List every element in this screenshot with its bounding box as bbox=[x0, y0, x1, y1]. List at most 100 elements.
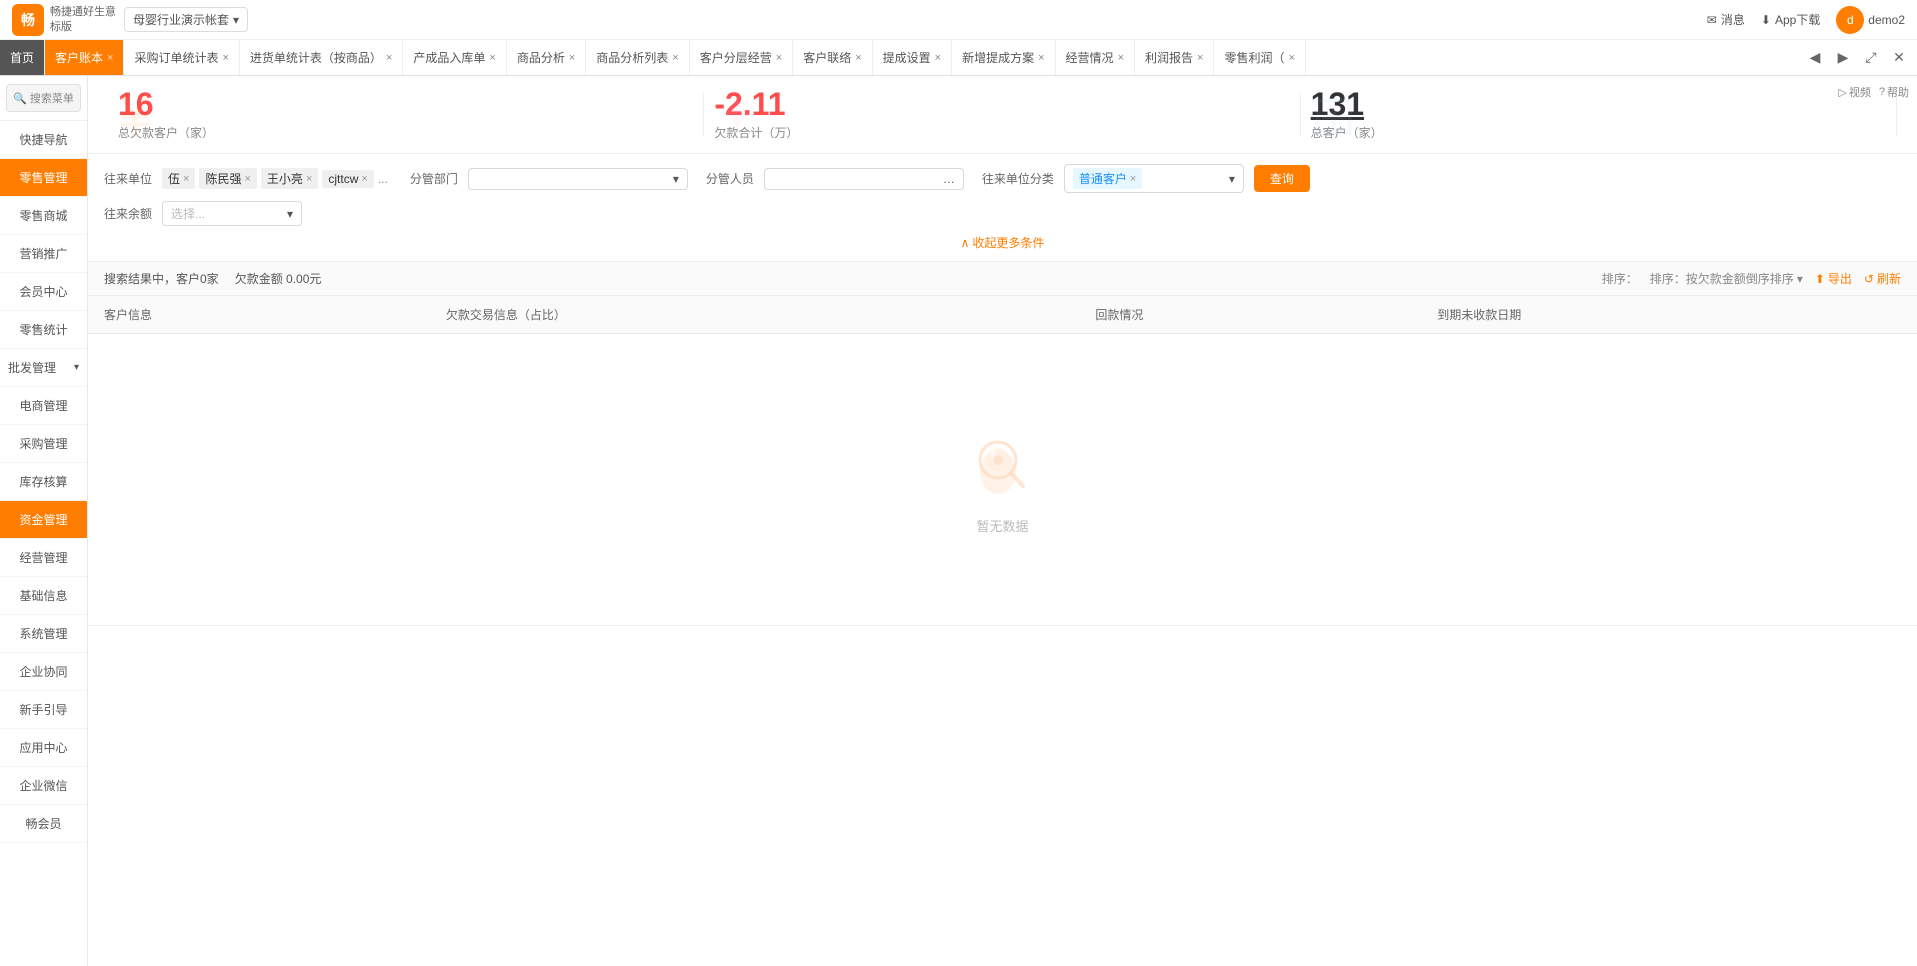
tab-contact[interactable]: 客户联络 × bbox=[793, 40, 872, 76]
table-container: 客户信息 欠款交易信息（占比） 回款情况 到期未收款日期 bbox=[88, 296, 1917, 966]
unit-tag-wu: 伍 × bbox=[162, 168, 195, 189]
stat-bg-icon-2: ✦ bbox=[714, 83, 760, 147]
person-input[interactable]: … bbox=[764, 168, 964, 190]
unit-more-button[interactable]: ... bbox=[378, 172, 388, 186]
video-help-button[interactable]: ▷ 视频 bbox=[1838, 84, 1870, 100]
tab-profit[interactable]: 利润报告 × bbox=[1135, 40, 1214, 76]
col-overdue-info: 欠款交易信息（占比） bbox=[430, 296, 1080, 334]
message-icon: ✉ bbox=[1707, 13, 1717, 27]
sidebar-item-retail-stats[interactable]: 零售统计 bbox=[0, 311, 87, 349]
results-bar: 搜索结果中，客户0家 欠款金额 0.00元 排序： 排序：按欠款金额倒序排序 ▾… bbox=[88, 262, 1917, 296]
remove-tag-wang[interactable]: × bbox=[306, 173, 312, 185]
col-repayment: 回款情况 bbox=[1079, 296, 1421, 334]
sidebar-item-wholesale[interactable]: 批发管理 ▾ bbox=[0, 349, 87, 387]
sidebar-item-app-center[interactable]: 应用中心 bbox=[0, 729, 87, 767]
category-filter-label: 往来单位分类 bbox=[982, 170, 1054, 187]
filter-row-2: 往来余额 选择... ▾ bbox=[104, 201, 1901, 226]
sidebar-item-inventory[interactable]: 库存核算 bbox=[0, 463, 87, 501]
message-button[interactable]: ✉ 消息 bbox=[1707, 11, 1745, 28]
query-button[interactable]: 查询 bbox=[1254, 165, 1310, 192]
tab-home[interactable]: 首页 bbox=[0, 40, 45, 76]
results-info: 搜索结果中，客户0家 欠款金额 0.00元 bbox=[104, 270, 321, 287]
export-button[interactable]: ⬆ 导出 bbox=[1815, 270, 1852, 287]
sidebar-item-enterprise[interactable]: 企业协同 bbox=[0, 653, 87, 691]
remainder-select[interactable]: 选择... ▾ bbox=[162, 201, 302, 226]
sidebar-item-operations-mgmt[interactable]: 经营管理 bbox=[0, 539, 87, 577]
tab-maximize[interactable]: ⤢ bbox=[1859, 46, 1883, 70]
tab-scroll-left[interactable]: ◀ bbox=[1803, 46, 1827, 70]
dept-select[interactable]: ▾ bbox=[468, 168, 688, 190]
tab-close-all[interactable]: ✕ bbox=[1887, 46, 1911, 70]
video-icon: ▷ bbox=[1838, 86, 1846, 99]
stat-bg-icon-1: ¥ bbox=[118, 80, 151, 149]
org-selector[interactable]: 母婴行业演示帐套 ▾ bbox=[124, 7, 248, 32]
chevron-down-icon: ▾ bbox=[74, 362, 79, 373]
sidebar-item-guide[interactable]: 新手引导 bbox=[0, 691, 87, 729]
sidebar: 🔍 搜索菜单 快捷导航 零售管理 零售商城 营销推广 会员中心 零售统计 批发管… bbox=[0, 76, 88, 966]
tab-close-retail-profit[interactable]: × bbox=[1288, 52, 1294, 64]
logo-icon: 畅 bbox=[12, 4, 44, 36]
tab-close-commission[interactable]: × bbox=[935, 52, 941, 64]
collapse-button[interactable]: ∧ 收起更多条件 bbox=[104, 234, 1901, 251]
empty-text: 暂无数据 bbox=[976, 516, 1028, 535]
sidebar-item-ecommerce[interactable]: 电商管理 bbox=[0, 387, 87, 425]
main-table: 客户信息 欠款交易信息（占比） 回款情况 到期未收款日期 bbox=[88, 296, 1917, 626]
sidebar-search-button[interactable]: 🔍 搜索菜单 bbox=[6, 84, 81, 112]
refresh-button[interactable]: ↺ 刷新 bbox=[1864, 270, 1901, 287]
help-button[interactable]: ? 帮助 bbox=[1879, 84, 1909, 100]
sidebar-item-retail[interactable]: 零售管理 bbox=[0, 159, 87, 197]
remove-tag-normal[interactable]: × bbox=[1130, 173, 1136, 185]
topbar: 畅 畅捷通好生意 标版 母婴行业演示帐套 ▾ ✉ 消息 ⬇ App下载 d de… bbox=[0, 0, 1917, 40]
content-area: ¥ 16 总欠款客户（家） ✦ -2.11 欠款合计（万） ⊞ 131 总客户（… bbox=[88, 76, 1917, 966]
tab-products[interactable]: 产成品入库单 × bbox=[403, 40, 506, 76]
sidebar-item-basic-info[interactable]: 基础信息 bbox=[0, 577, 87, 615]
stat-overdue-customers: ¥ 16 总欠款客户（家） bbox=[108, 88, 704, 141]
filter-row-1: 往来单位 伍 × 陈民强 × 王小亮 × cjttcw bbox=[104, 164, 1901, 193]
tab-close-accounts[interactable]: × bbox=[107, 52, 113, 64]
sidebar-item-quick-nav[interactable]: 快捷导航 bbox=[0, 121, 87, 159]
sidebar-item-finance[interactable]: 资金管理 bbox=[0, 501, 87, 539]
tab-close-new-commission[interactable]: × bbox=[1038, 52, 1044, 64]
topbar-left: 畅 畅捷通好生意 标版 母婴行业演示帐套 ▾ bbox=[12, 4, 248, 36]
app-download-button[interactable]: ⬇ App下载 bbox=[1761, 11, 1820, 28]
sidebar-item-wechat[interactable]: 企业微信 bbox=[0, 767, 87, 805]
tab-customer-tier[interactable]: 客户分层经营 × bbox=[690, 40, 793, 76]
remove-tag-chen[interactable]: × bbox=[244, 173, 250, 185]
tab-operations[interactable]: 经营情况 × bbox=[1056, 40, 1135, 76]
tab-close-contact[interactable]: × bbox=[855, 52, 861, 64]
category-select[interactable]: 普通客户 × ▾ bbox=[1064, 164, 1244, 193]
remove-tag-cjttcw[interactable]: × bbox=[361, 173, 367, 185]
tab-goods-list[interactable]: 商品分析列表 × bbox=[586, 40, 689, 76]
sidebar-item-vip[interactable]: 畅会员 bbox=[0, 805, 87, 843]
sidebar-item-member[interactable]: 会员中心 bbox=[0, 273, 87, 311]
remove-tag-wu[interactable]: × bbox=[183, 173, 189, 185]
tab-commission[interactable]: 提成设置 × bbox=[873, 40, 952, 76]
sidebar-item-system[interactable]: 系统管理 bbox=[0, 615, 87, 653]
tab-purchase[interactable]: 采购订单统计表 × bbox=[124, 40, 239, 76]
tab-close-operations[interactable]: × bbox=[1118, 52, 1124, 64]
tab-goods[interactable]: 商品分析 × bbox=[507, 40, 586, 76]
remainder-filter-label: 往来余额 bbox=[104, 205, 152, 222]
main-layout: 🔍 搜索菜单 快捷导航 零售管理 零售商城 营销推广 会员中心 零售统计 批发管… bbox=[0, 76, 1917, 966]
dept-filter-label: 分管部门 bbox=[410, 170, 458, 187]
sidebar-item-retail-mall[interactable]: 零售商城 bbox=[0, 197, 87, 235]
sidebar-search-section: 🔍 搜索菜单 bbox=[0, 76, 87, 121]
tab-scroll-right[interactable]: ▶ bbox=[1831, 46, 1855, 70]
user-menu[interactable]: d demo2 bbox=[1836, 6, 1905, 34]
tab-close-profit[interactable]: × bbox=[1197, 52, 1203, 64]
tab-close-purchase[interactable]: × bbox=[222, 52, 228, 64]
tab-close-products[interactable]: × bbox=[489, 52, 495, 64]
tab-retail-profit[interactable]: 零售利润（ × bbox=[1214, 40, 1305, 76]
tab-close-goods-list[interactable]: × bbox=[672, 52, 678, 64]
tab-close-goods[interactable]: × bbox=[569, 52, 575, 64]
topbar-right: ✉ 消息 ⬇ App下载 d demo2 bbox=[1707, 6, 1905, 34]
sidebar-item-marketing[interactable]: 营销推广 bbox=[0, 235, 87, 273]
tab-close-stock[interactable]: × bbox=[386, 52, 392, 64]
sidebar-item-purchase[interactable]: 采购管理 bbox=[0, 425, 87, 463]
tab-stock[interactable]: 进货单统计表（按商品） × bbox=[240, 40, 403, 76]
sort-button[interactable]: 排序：按欠款金额倒序排序 ▾ bbox=[1650, 270, 1803, 287]
tab-close-customer-tier[interactable]: × bbox=[776, 52, 782, 64]
empty-state-row: 暂无数据 bbox=[88, 334, 1917, 626]
tab-new-commission[interactable]: 新增提成方案 × bbox=[952, 40, 1055, 76]
tab-accounts[interactable]: 客户账本 × bbox=[45, 40, 124, 76]
